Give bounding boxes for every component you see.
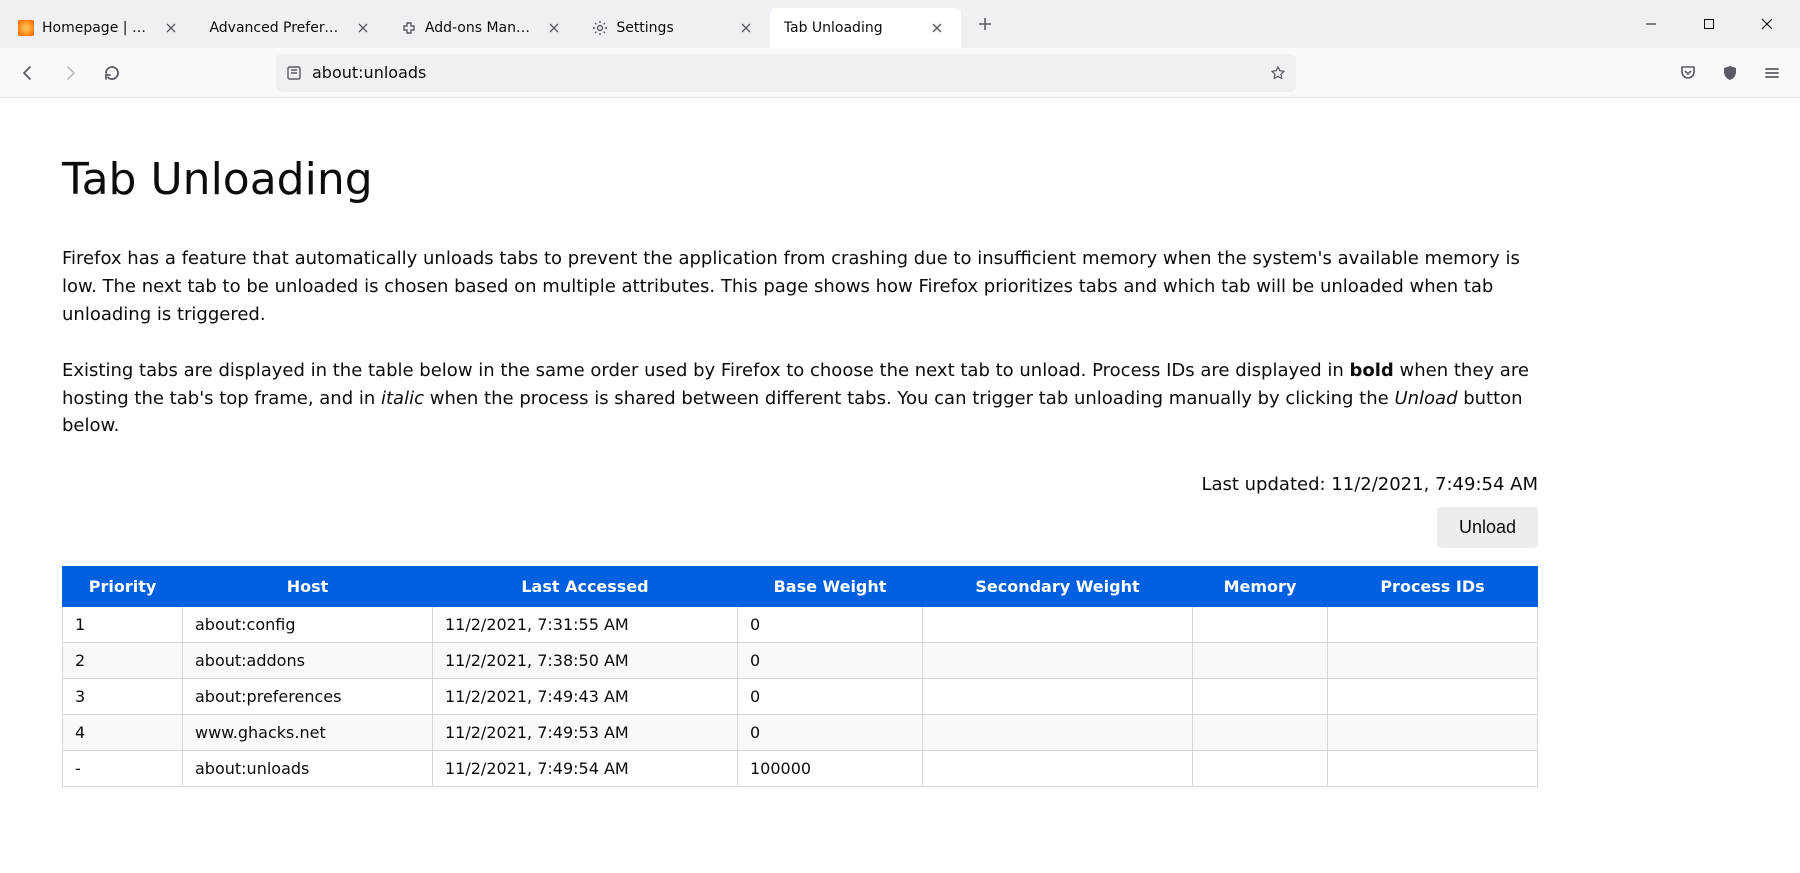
pocket-icon[interactable] bbox=[1670, 55, 1706, 91]
column-header: Host bbox=[183, 567, 433, 607]
column-header: Process IDs bbox=[1328, 567, 1538, 607]
close-window-button[interactable] bbox=[1738, 0, 1796, 48]
table-row: -about:unloads11/2/2021, 7:49:54 AM10000… bbox=[63, 751, 1538, 787]
nav-toolbar: about:unloads bbox=[0, 48, 1800, 98]
last-updated-text: Last updated: 11/2/2021, 7:49:54 AM bbox=[1201, 474, 1538, 495]
url-text: about:unloads bbox=[312, 63, 1260, 82]
cell-last: 11/2/2021, 7:49:43 AM bbox=[433, 679, 738, 715]
tab-label: Settings bbox=[616, 20, 727, 36]
hamburger-menu-icon[interactable] bbox=[1754, 55, 1790, 91]
column-header: Base Weight bbox=[738, 567, 923, 607]
cell-last: 11/2/2021, 7:38:50 AM bbox=[433, 643, 738, 679]
tab-1[interactable]: Advanced Preferences bbox=[195, 8, 386, 48]
cell-base: 0 bbox=[738, 607, 923, 643]
table-row: 3about:preferences11/2/2021, 7:49:43 AM0 bbox=[63, 679, 1538, 715]
cell-base: 0 bbox=[738, 643, 923, 679]
cell-last: 11/2/2021, 7:31:55 AM bbox=[433, 607, 738, 643]
cell-pid bbox=[1328, 715, 1538, 751]
cell-host: about:addons bbox=[183, 643, 433, 679]
table-row: 4www.ghacks.net11/2/2021, 7:49:53 AM0 bbox=[63, 715, 1538, 751]
tab-label: Tab Unloading bbox=[784, 20, 919, 36]
cell-sec bbox=[923, 715, 1193, 751]
reload-button[interactable] bbox=[94, 55, 130, 91]
tab-close-icon[interactable] bbox=[736, 18, 756, 38]
bookmark-star-icon[interactable] bbox=[1270, 65, 1286, 81]
column-header: Last Accessed bbox=[433, 567, 738, 607]
cell-base: 0 bbox=[738, 715, 923, 751]
table-row: 2about:addons11/2/2021, 7:38:50 AM0 bbox=[63, 643, 1538, 679]
tab-close-icon[interactable] bbox=[353, 18, 373, 38]
column-header: Secondary Weight bbox=[923, 567, 1193, 607]
cell-host: about:unloads bbox=[183, 751, 433, 787]
column-header: Priority bbox=[63, 567, 183, 607]
back-button[interactable] bbox=[10, 55, 46, 91]
cell-pid bbox=[1328, 751, 1538, 787]
tab-close-icon[interactable] bbox=[161, 18, 181, 38]
cell-sec bbox=[923, 751, 1193, 787]
cell-base: 100000 bbox=[738, 751, 923, 787]
cell-sec bbox=[923, 643, 1193, 679]
tab-0[interactable]: Homepage | gHacks Tech bbox=[4, 8, 195, 48]
cell-host: www.ghacks.net bbox=[183, 715, 433, 751]
cell-base: 0 bbox=[738, 679, 923, 715]
description-2: Existing tabs are displayed in the table… bbox=[62, 357, 1538, 441]
url-bar[interactable]: about:unloads bbox=[276, 54, 1296, 92]
cell-sec bbox=[923, 607, 1193, 643]
tab-label: Homepage | gHacks Tech bbox=[42, 20, 153, 36]
shield-icon[interactable] bbox=[1712, 55, 1748, 91]
description-1: Firefox has a feature that automatically… bbox=[62, 245, 1538, 329]
tab-3[interactable]: Settings bbox=[578, 8, 769, 48]
cell-host: about:preferences bbox=[183, 679, 433, 715]
cell-priority: 1 bbox=[63, 607, 183, 643]
tabs-table: PriorityHostLast AccessedBase WeightSeco… bbox=[62, 566, 1538, 787]
cell-last: 11/2/2021, 7:49:54 AM bbox=[433, 751, 738, 787]
cell-host: about:config bbox=[183, 607, 433, 643]
cell-priority: 4 bbox=[63, 715, 183, 751]
cell-mem bbox=[1193, 679, 1328, 715]
tab-label: Add-ons Manager bbox=[425, 20, 536, 36]
tab-close-icon[interactable] bbox=[927, 18, 947, 38]
addons-icon bbox=[401, 20, 417, 36]
cell-pid bbox=[1328, 679, 1538, 715]
cell-mem bbox=[1193, 643, 1328, 679]
tab-label: Advanced Preferences bbox=[209, 20, 344, 36]
cell-priority: 2 bbox=[63, 643, 183, 679]
cell-mem bbox=[1193, 715, 1328, 751]
tab-4[interactable]: Tab Unloading bbox=[770, 8, 961, 48]
cell-priority: - bbox=[63, 751, 183, 787]
cell-pid bbox=[1328, 643, 1538, 679]
ghacks-favicon-icon bbox=[18, 20, 34, 36]
settings-gear-icon bbox=[592, 20, 608, 36]
tab-bar: Homepage | gHacks Tech Advanced Preferenc… bbox=[0, 0, 1800, 48]
table-row: 1about:config11/2/2021, 7:31:55 AM0 bbox=[63, 607, 1538, 643]
cell-mem bbox=[1193, 751, 1328, 787]
cell-priority: 3 bbox=[63, 679, 183, 715]
maximize-button[interactable] bbox=[1680, 0, 1738, 48]
cell-sec bbox=[923, 679, 1193, 715]
cell-mem bbox=[1193, 607, 1328, 643]
page-title: Tab Unloading bbox=[62, 154, 1538, 205]
unload-button[interactable]: Unload bbox=[1437, 507, 1538, 548]
page-info-icon[interactable] bbox=[286, 65, 302, 81]
minimize-button[interactable] bbox=[1622, 0, 1680, 48]
page-content: Tab Unloading Firefox has a feature that… bbox=[0, 98, 1600, 843]
tab-close-icon[interactable] bbox=[544, 18, 564, 38]
cell-pid bbox=[1328, 607, 1538, 643]
column-header: Memory bbox=[1193, 567, 1328, 607]
forward-button[interactable] bbox=[52, 55, 88, 91]
cell-last: 11/2/2021, 7:49:53 AM bbox=[433, 715, 738, 751]
tab-2[interactable]: Add-ons Manager bbox=[387, 8, 578, 48]
new-tab-button[interactable] bbox=[965, 4, 1005, 44]
